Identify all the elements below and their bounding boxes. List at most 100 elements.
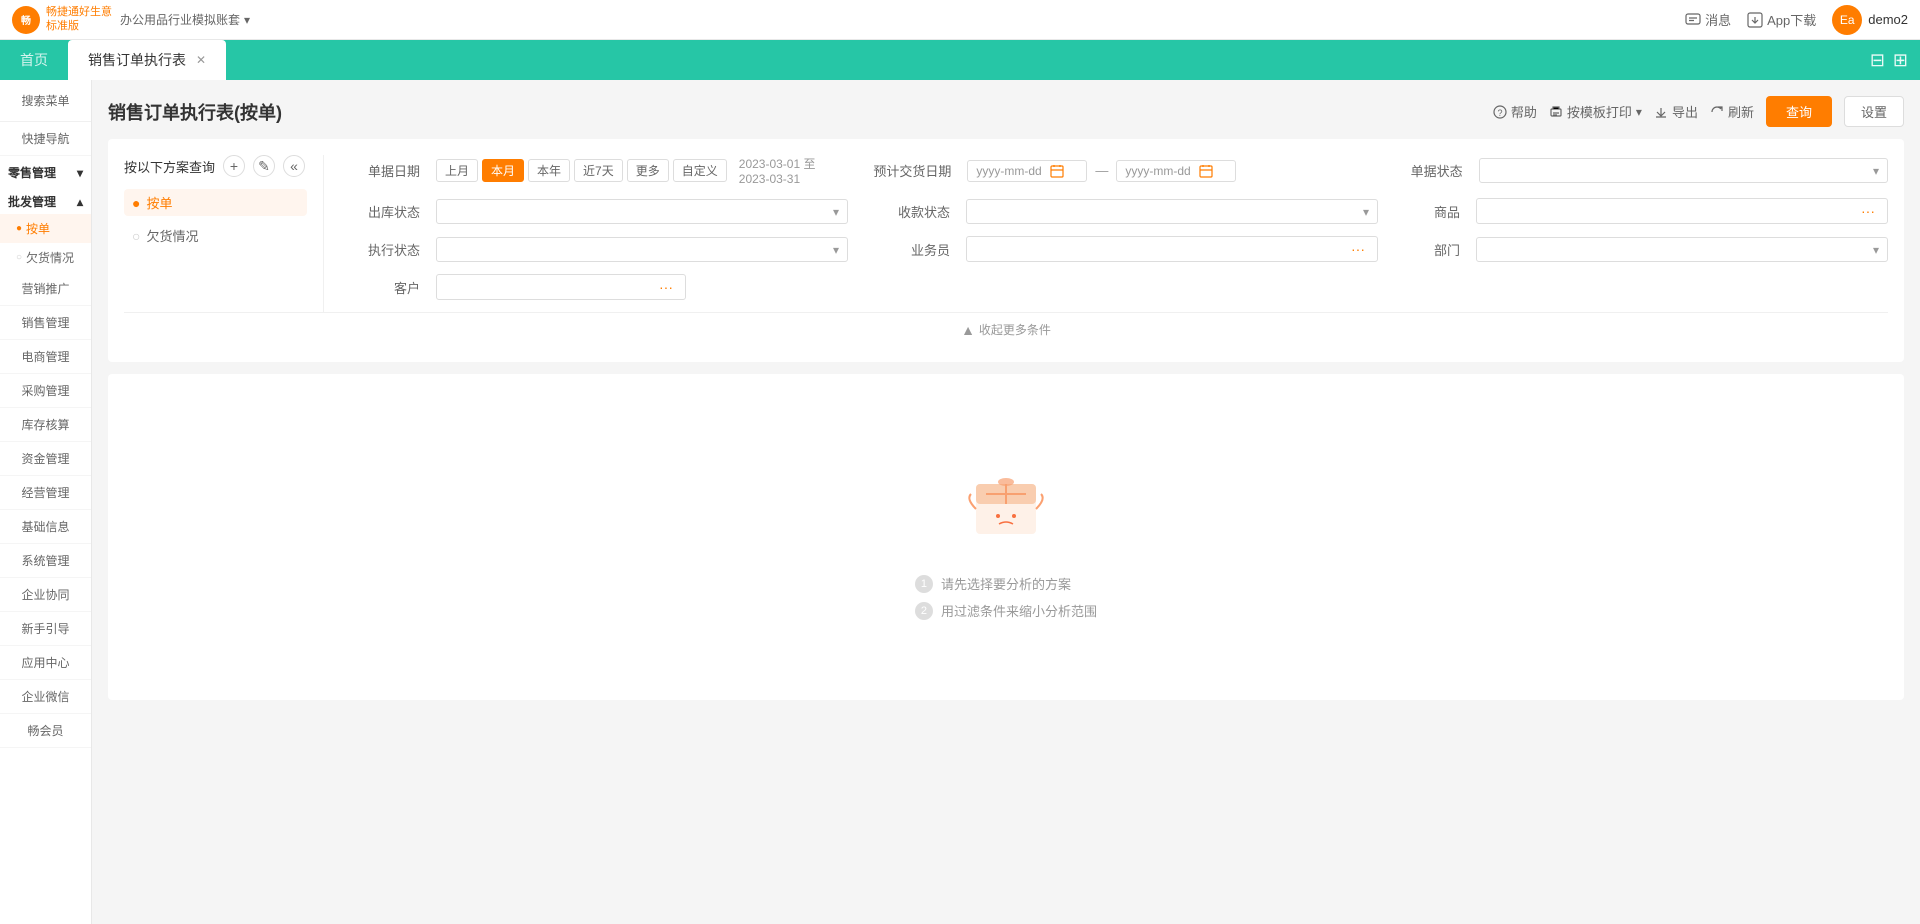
- filter-row-1: 单据日期 上月 本月 本年 近7天 更多 自定义 20: [340, 155, 1888, 186]
- sidebar-item-retail[interactable]: 零售管理 ▾: [0, 156, 91, 185]
- custom-date-btn[interactable]: 自定义: [673, 159, 727, 182]
- purchase-label: 采购管理: [21, 382, 69, 399]
- execute-status-select[interactable]: [436, 237, 848, 262]
- tab-home-label: 首页: [20, 50, 48, 70]
- settings-button[interactable]: 设置: [1844, 96, 1904, 127]
- sidebar-item-newbie[interactable]: 新手引导: [0, 612, 91, 646]
- message-button[interactable]: 消息: [1685, 10, 1731, 29]
- sidebar-item-app-center[interactable]: 应用中心: [0, 646, 91, 680]
- this-month-btn[interactable]: 本月: [482, 159, 524, 182]
- svg-text:?: ?: [1497, 108, 1502, 118]
- delivery-chevron-icon: [833, 204, 839, 219]
- tab-sales-order-label: 销售订单执行表: [88, 50, 186, 70]
- tab-maximize-icon[interactable]: ⊞: [1893, 51, 1908, 69]
- sidebar-search-area: 搜索菜单: [0, 80, 91, 122]
- collapse-up-icon: ▲: [961, 322, 975, 338]
- collapse-bar[interactable]: ▲ 收起更多条件: [124, 312, 1888, 346]
- logo-line1: 畅捷通好生意: [46, 6, 112, 19]
- sidebar-subitem-backorder[interactable]: ○ 欠货情况: [0, 243, 91, 272]
- more-date-btn[interactable]: 更多: [627, 159, 669, 182]
- sales-label: 销售管理: [21, 314, 69, 331]
- salesperson-select[interactable]: ···: [966, 236, 1378, 262]
- date-field-label: 单据日期: [340, 161, 420, 180]
- sidebar-item-operations[interactable]: 经营管理: [0, 476, 91, 510]
- customer-select[interactable]: ···: [436, 274, 686, 300]
- basic-info-label: 基础信息: [21, 518, 69, 535]
- filter-option-by-order[interactable]: ● 按单: [124, 189, 307, 216]
- execute-status-label: 执行状态: [340, 240, 420, 259]
- query-button[interactable]: 查询: [1766, 96, 1832, 127]
- sidebar-item-wholesale[interactable]: 批发管理 ▴: [0, 185, 91, 214]
- salesperson-more-icon[interactable]: ···: [1347, 241, 1369, 257]
- print-button[interactable]: 按模板打印: [1549, 102, 1642, 121]
- sidebar-item-sales[interactable]: 销售管理: [0, 306, 91, 340]
- wholesale-chevron-icon: ▴: [77, 195, 83, 209]
- edit-scheme-button[interactable]: ✎: [253, 155, 275, 177]
- customer-label: 客户: [340, 278, 420, 297]
- sidebar-item-wechat[interactable]: 企业微信: [0, 680, 91, 714]
- sidebar-item-member[interactable]: 畅会员: [0, 714, 91, 748]
- expected-date-label: 预计交货日期: [861, 161, 951, 180]
- date-buttons-group: 上月 本月 本年 近7天 更多 自定义: [436, 159, 727, 182]
- sidebar-item-basic-info[interactable]: 基础信息: [0, 510, 91, 544]
- header-left: 畅 畅捷通好生意 标准版 办公用品行业模拟账套: [12, 6, 250, 34]
- page-title-bar: 销售订单执行表(按单) ? 帮助 按模板打印: [108, 96, 1904, 127]
- last-7-days-btn[interactable]: 近7天: [574, 159, 623, 182]
- sidebar-item-ecommerce[interactable]: 电商管理: [0, 340, 91, 374]
- status-select[interactable]: [1479, 158, 1888, 183]
- sidebar-item-marketing[interactable]: 营销推广: [0, 272, 91, 306]
- sidebar-item-finance[interactable]: 资金管理: [0, 442, 91, 476]
- payment-chevron-icon: [1363, 204, 1369, 219]
- collapse-scheme-button[interactable]: «: [283, 155, 305, 177]
- app-center-label: 应用中心: [21, 654, 69, 671]
- product-more-icon[interactable]: ···: [1857, 203, 1879, 219]
- sidebar-item-system[interactable]: 系统管理: [0, 544, 91, 578]
- refresh-label: 刷新: [1728, 102, 1754, 121]
- salesperson-label: 业务员: [880, 240, 950, 259]
- product-select[interactable]: ···: [1476, 198, 1888, 224]
- logo-icon: 畅: [12, 6, 40, 34]
- filter-option-backorder[interactable]: ○ 欠货情况: [124, 222, 307, 249]
- sidebar-subitem-by-order[interactable]: ● 按单: [0, 214, 91, 243]
- tab-home[interactable]: 首页: [0, 40, 68, 80]
- collapse-label: 收起更多条件: [979, 321, 1051, 338]
- last-month-btn[interactable]: 上月: [436, 159, 478, 182]
- add-scheme-button[interactable]: +: [223, 155, 245, 177]
- filter-panel: 按以下方案查询 + ✎ « ● 按单 ○ 欠货: [108, 139, 1904, 362]
- sidebar-item-enterprise[interactable]: 企业协同: [0, 578, 91, 612]
- this-year-btn[interactable]: 本年: [528, 159, 570, 182]
- payment-status-select[interactable]: [966, 199, 1378, 224]
- tab-sales-order[interactable]: 销售订单执行表 ✕: [68, 40, 226, 80]
- by-order-label: 按单: [26, 220, 50, 237]
- tip-num-2: 2: [915, 602, 933, 620]
- breadcrumb-dropdown[interactable]: 办公用品行业模拟账套: [120, 11, 250, 28]
- tab-minimize-icon[interactable]: ⊟: [1870, 51, 1885, 69]
- expected-date-end[interactable]: yyyy-mm-dd: [1116, 160, 1236, 182]
- app-download-button[interactable]: App下载: [1747, 10, 1816, 29]
- sidebar-item-inventory[interactable]: 库存核算: [0, 408, 91, 442]
- expected-date-start[interactable]: yyyy-mm-dd: [967, 160, 1087, 182]
- content-area: 销售订单执行表(按单) ? 帮助 按模板打印: [92, 80, 1920, 924]
- by-order-option-icon: ●: [132, 195, 140, 211]
- breadcrumb-chevron-icon: [244, 13, 250, 27]
- page-actions: ? 帮助 按模板打印: [1493, 96, 1904, 127]
- status-chevron-icon: [1873, 163, 1879, 178]
- calendar-start-icon: [1050, 164, 1064, 178]
- customer-more-icon[interactable]: ···: [655, 279, 677, 295]
- help-button[interactable]: ? 帮助: [1493, 102, 1537, 121]
- tab-close-icon[interactable]: ✕: [196, 53, 206, 67]
- filter-row-4: 客户 ···: [340, 274, 1888, 300]
- refresh-button[interactable]: 刷新: [1710, 102, 1754, 121]
- status-control: [1479, 158, 1888, 183]
- sidebar-item-quick-nav[interactable]: 快捷导航: [0, 122, 91, 156]
- delivery-status-select[interactable]: [436, 199, 848, 224]
- breadcrumb-text: 办公用品行业模拟账套: [120, 11, 240, 28]
- user-avatar-area[interactable]: Ea demo2: [1832, 5, 1908, 35]
- search-menu-button[interactable]: 搜索菜单: [8, 88, 83, 113]
- department-select[interactable]: [1476, 237, 1888, 262]
- filter-row-2: 出库状态 收款状态 商品: [340, 198, 1888, 224]
- tab-bar: 首页 销售订单执行表 ✕ ⊟ ⊞: [0, 40, 1920, 80]
- export-button[interactable]: 导出: [1654, 102, 1698, 121]
- sidebar-item-purchase[interactable]: 采购管理: [0, 374, 91, 408]
- wholesale-label: 批发管理: [8, 193, 56, 210]
